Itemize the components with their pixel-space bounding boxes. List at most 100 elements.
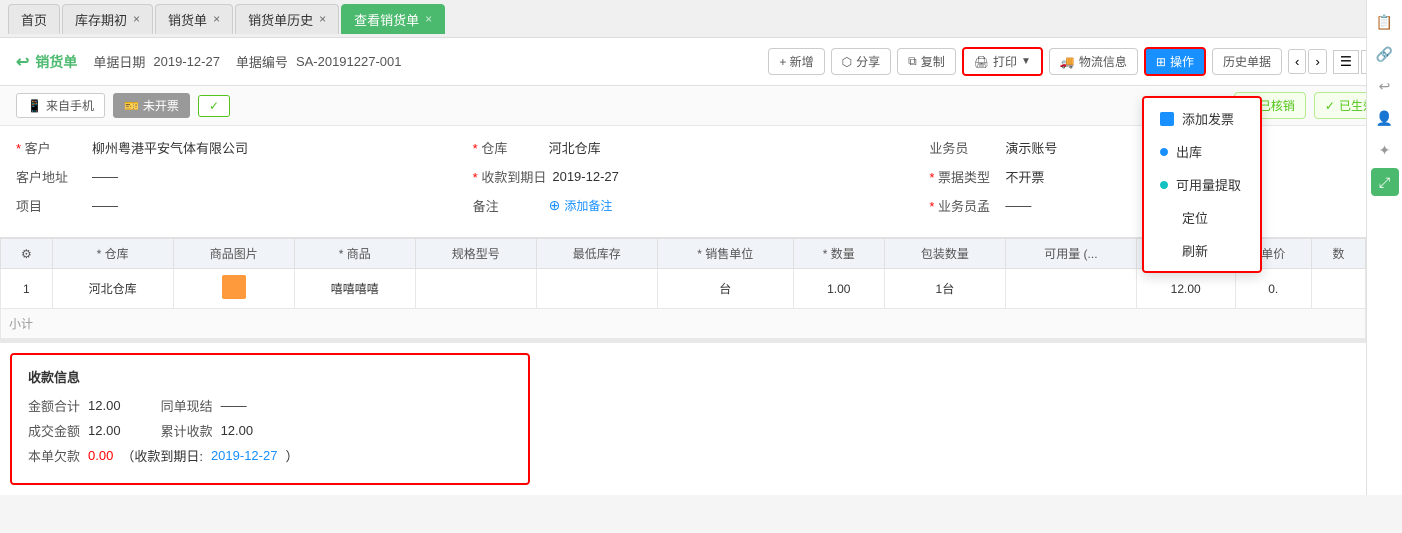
print-dropdown-icon: ▼ xyxy=(1021,56,1031,67)
right-icon-4[interactable]: 👤 xyxy=(1371,104,1399,132)
tab-bar: 首页 库存期初 × 销货单 × 销货单历史 × 查看销货单 × × xyxy=(0,0,1402,38)
tab-inventory-init-label: 库存期初 xyxy=(75,10,127,29)
bottom-section: 收款信息 金额合计 12.00 同单现结 —— 成交金额 12.00 累计收款 xyxy=(0,343,1402,495)
product-thumbnail xyxy=(222,275,246,299)
table-row: 1 河北仓库 嘻嘻嘻嘻 台 1.00 1台 12.00 0. xyxy=(1,269,1366,309)
ticket-type-value: 不开票 xyxy=(1005,167,1044,186)
tab-sales-order-label: 销货单 xyxy=(168,10,207,29)
copy-button[interactable]: ⧉ 复制 xyxy=(897,48,956,75)
doc-header: ↩ 销货单 单据日期 2019-12-27 单据编号 SA-20191227-0… xyxy=(0,38,1402,86)
total-amount-label: 金额合计 xyxy=(28,396,80,415)
doc-date-label: 单据日期 2019-12-27 xyxy=(93,52,220,71)
tab-sales-order-close[interactable]: × xyxy=(213,12,220,26)
employee-label: 业务员 xyxy=(929,138,999,157)
tab-sales-history-close[interactable]: × xyxy=(319,12,326,26)
note-field: 备注 ⊕ 添加备注 xyxy=(473,196,930,215)
outstanding-end: ） xyxy=(285,446,298,465)
sales-person-label: 业务员孟 xyxy=(929,196,999,215)
outstanding-label: 本单欠款 xyxy=(28,446,80,465)
row-min-stock xyxy=(536,269,657,309)
customer-label: 客户 xyxy=(16,138,86,157)
col-warehouse: * 仓库 xyxy=(52,239,173,269)
operation-dropdown: 添加发票 出库 可用量提取 定位 刷新 xyxy=(1142,96,1262,273)
row-product-img xyxy=(173,269,294,309)
right-icon-6[interactable]: ⤢ xyxy=(1371,168,1399,196)
tab-view-sales-close[interactable]: × xyxy=(425,12,432,26)
subtotal-row: 小计 xyxy=(1,309,1366,339)
due-date-field: 收款到期日 2019-12-27 xyxy=(473,167,930,186)
add-note-button[interactable]: ⊕ 添加备注 xyxy=(549,197,613,214)
outstanding-date: 2019-12-27 xyxy=(211,448,278,463)
dropdown-locate[interactable]: 定位 xyxy=(1144,201,1260,234)
add-invoice-checkbox xyxy=(1160,112,1174,126)
share-button[interactable]: ⬡ 分享 xyxy=(831,48,892,75)
nav-arrows: ‹ › xyxy=(1288,49,1327,74)
summary-row-3: 本单欠款 0.00 （收款到期日: 2019-12-27 ） xyxy=(28,446,512,465)
total-amount-item: 金额合计 12.00 xyxy=(28,396,121,415)
total-amount-value: 12.00 xyxy=(88,398,121,413)
row-warehouse: 河北仓库 xyxy=(52,269,173,309)
dropdown-add-invoice[interactable]: 添加发票 xyxy=(1144,102,1260,135)
check-button[interactable]: ✓ xyxy=(198,95,230,117)
row-qty: 1.00 xyxy=(793,269,884,309)
right-icon-2[interactable]: 🔗 xyxy=(1371,40,1399,68)
not-open-button[interactable]: 🎫 未开票 xyxy=(113,93,190,118)
right-icon-1[interactable]: 📋 xyxy=(1371,8,1399,36)
right-icon-5[interactable]: ✦ xyxy=(1371,136,1399,164)
print-button[interactable]: 🖨 打印 ▼ xyxy=(962,47,1043,76)
logistics-button[interactable]: 🚚 物流信息 xyxy=(1049,48,1138,75)
tab-view-sales-label: 查看销货单 xyxy=(354,10,419,29)
warehouse-value: 河北仓库 xyxy=(549,138,601,157)
row-product: 嘻嘻嘻嘻 xyxy=(294,269,415,309)
tab-sales-history[interactable]: 销货单历史 × xyxy=(235,4,339,34)
row-available xyxy=(1005,269,1136,309)
single-settlement-value: —— xyxy=(221,398,247,413)
row-unit: 台 xyxy=(657,269,793,309)
cumulative-label: 累计收款 xyxy=(161,421,213,440)
warehouse-label: 仓库 xyxy=(473,138,543,157)
effective-check-icon: ✓ xyxy=(1325,99,1335,113)
address-field: 客户地址 —— xyxy=(16,167,473,186)
summary-row-2: 成交金额 12.00 累计收款 12.00 xyxy=(28,421,512,440)
tab-home[interactable]: 首页 xyxy=(8,4,60,34)
col-available: 可用量 (... xyxy=(1005,239,1136,269)
prev-button[interactable]: ‹ xyxy=(1288,49,1306,74)
outstanding-note: （收款到期日: xyxy=(121,446,203,465)
tab-view-sales[interactable]: 查看销货单 × xyxy=(341,4,445,34)
dropdown-refresh[interactable]: 刷新 xyxy=(1144,234,1260,267)
transaction-label: 成交金额 xyxy=(28,421,80,440)
tab-sales-order[interactable]: 销货单 × xyxy=(155,4,233,34)
dropdown-available-qty[interactable]: 可用量提取 xyxy=(1144,168,1260,201)
col-product: * 商品 xyxy=(294,239,415,269)
history-button[interactable]: 历史单据 xyxy=(1212,48,1282,75)
due-date-label: 收款到期日 xyxy=(473,167,547,186)
doc-no-label: 单据编号 SA-20191227-001 xyxy=(236,52,402,71)
new-button[interactable]: + 新增 xyxy=(768,48,824,75)
col-spec: 规格型号 xyxy=(415,239,536,269)
row-amount xyxy=(1311,269,1365,309)
transaction-item: 成交金额 12.00 xyxy=(28,421,121,440)
col-product-img: 商品图片 xyxy=(173,239,294,269)
single-settlement-item: 同单现结 —— xyxy=(161,396,247,415)
summary-row-1: 金额合计 12.00 同单现结 —— xyxy=(28,396,512,415)
sales-person-value: —— xyxy=(1005,198,1031,213)
list-view-button[interactable]: ☰ xyxy=(1333,50,1359,74)
right-icon-3[interactable]: ↩ xyxy=(1371,72,1399,100)
doc-title: ↩ 销货单 xyxy=(16,52,77,72)
outstanding-item: 本单欠款 0.00 （收款到期日: 2019-12-27 ） xyxy=(28,446,298,465)
customer-value: 柳州粤港平安气体有限公司 xyxy=(92,138,248,157)
employee-value: 演示账号 xyxy=(1005,138,1057,157)
next-button[interactable]: › xyxy=(1308,49,1326,74)
mobile-icon: 📱 xyxy=(27,99,42,113)
operation-button[interactable]: ⊞ 操作 xyxy=(1144,47,1206,76)
tab-inventory-init-close[interactable]: × xyxy=(133,12,140,26)
row-index: 1 xyxy=(1,269,53,309)
operation-icon: ⊞ xyxy=(1156,55,1166,69)
from-mobile-button[interactable]: 📱 来自手机 xyxy=(16,93,105,118)
dropdown-outbound[interactable]: 出库 xyxy=(1144,135,1260,168)
tab-inventory-init[interactable]: 库存期初 × xyxy=(62,4,153,34)
col-amount: 数 xyxy=(1311,239,1365,269)
available-qty-radio-icon xyxy=(1160,181,1168,189)
due-date-value: 2019-12-27 xyxy=(552,169,619,184)
subtotal-cell: 小计 xyxy=(1,309,1366,339)
